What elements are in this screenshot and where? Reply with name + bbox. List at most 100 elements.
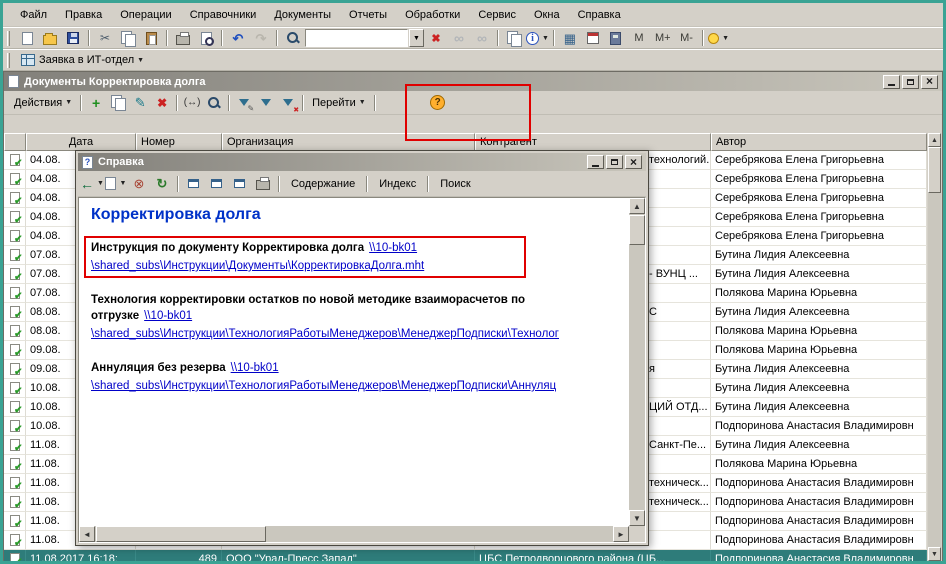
scroll-down-button[interactable]: ▼ xyxy=(928,547,941,561)
info-ic: i xyxy=(526,31,539,45)
help-print-button[interactable] xyxy=(252,174,274,194)
column-header-number[interactable]: Номер xyxy=(136,133,222,151)
add-icon: + xyxy=(92,94,101,111)
scroll-up-button[interactable]: ▲ xyxy=(928,133,941,147)
column-header-status[interactable] xyxy=(4,133,26,151)
column-header-counterparty[interactable]: Контрагент xyxy=(475,133,711,151)
menu-item[interactable]: Правка xyxy=(56,5,111,25)
clear-search-button[interactable]: ✖ xyxy=(425,28,447,48)
toolbar-grip[interactable] xyxy=(7,30,10,46)
help-path-link[interactable]: \shared_subs\Инструкции\ТехнологияРаботы… xyxy=(91,378,596,394)
help-search-button[interactable]: Поиск xyxy=(433,174,477,194)
help-minimize-button[interactable] xyxy=(587,155,604,169)
find-previous-button[interactable]: ∞ xyxy=(471,28,493,48)
calendar-button[interactable] xyxy=(582,28,604,48)
save-button[interactable] xyxy=(62,28,84,48)
help-server-link[interactable]: \\10-bk01 xyxy=(231,362,279,374)
help-back-button[interactable]: ← ▼ xyxy=(80,174,104,194)
search-dropdown-button[interactable]: ▼ xyxy=(409,29,424,47)
help-path-link[interactable]: \shared_subs\Инструкции\ТехнологияРаботы… xyxy=(91,326,596,342)
help-horizontal-scrollbar[interactable]: ◄ ► xyxy=(79,526,629,542)
selected-table-row[interactable]: ✔ 11.08.2017 16:18: 489 ООО "Урал-Пресс … xyxy=(4,550,927,561)
scroll-down-button[interactable]: ▼ xyxy=(629,510,645,526)
help-layout-button-3[interactable] xyxy=(229,174,251,194)
help-path-link[interactable]: \shared_subs\Инструкции\Документы\Коррек… xyxy=(91,258,596,274)
scrollbar-thumb[interactable] xyxy=(928,147,941,193)
close-button[interactable]: × xyxy=(921,74,938,89)
actions-menu-button[interactable]: Действия ▼ xyxy=(9,93,77,113)
cut-button[interactable]: ✂ xyxy=(94,28,116,48)
scrollbar-thumb[interactable] xyxy=(629,215,645,245)
help-contents-button[interactable]: Содержание xyxy=(284,174,362,194)
copy-row-button[interactable] xyxy=(107,93,129,113)
restore-button[interactable] xyxy=(902,74,919,89)
chevron-down-icon: ▼ xyxy=(119,180,127,187)
help-view-button[interactable]: ▼ xyxy=(105,174,127,194)
scrollbar-thumb[interactable] xyxy=(96,526,266,542)
minimize-button[interactable] xyxy=(883,74,900,89)
menu-item[interactable]: Окна xyxy=(525,5,569,25)
column-header-author[interactable]: Автор xyxy=(711,133,927,151)
help-titlebar[interactable]: ? Справка × xyxy=(78,153,646,171)
print-button[interactable] xyxy=(172,28,194,48)
info-button[interactable]: i ▼ xyxy=(526,28,549,48)
help-vertical-scrollbar[interactable]: ▲ ▼ xyxy=(629,198,645,526)
menu-item[interactable]: Документы xyxy=(265,5,340,25)
copy-button[interactable] xyxy=(117,28,139,48)
help-layout-button-2[interactable] xyxy=(206,174,228,194)
help-server-link[interactable]: \\10-bk01 xyxy=(144,310,192,322)
menu-item[interactable]: Справка xyxy=(569,5,630,25)
filter-by-value-button[interactable] xyxy=(255,93,277,113)
help-window-icon: ? xyxy=(82,155,93,169)
menu-item[interactable]: Справочники xyxy=(181,5,266,25)
clipboard-button[interactable] xyxy=(503,28,525,48)
search-in-list-button[interactable] xyxy=(203,93,225,113)
menu-item[interactable]: Обработки xyxy=(396,5,469,25)
edit-button[interactable]: ✎ xyxy=(129,93,151,113)
calculator-button[interactable] xyxy=(605,28,627,48)
document-window-titlebar[interactable]: Документы Корректировка долга × xyxy=(4,72,942,91)
search-input[interactable] xyxy=(305,29,408,47)
new-document-button[interactable] xyxy=(16,28,38,48)
find-button[interactable] xyxy=(282,28,304,48)
redo-button[interactable]: ↷ xyxy=(250,28,272,48)
set-interval-button[interactable]: (↔) xyxy=(181,93,203,113)
help-server-link[interactable]: \\10-bk01 xyxy=(369,242,417,254)
add-button[interactable]: + xyxy=(85,93,107,113)
menu-item[interactable]: Отчеты xyxy=(340,5,396,25)
help-maximize-button[interactable] xyxy=(606,155,623,169)
tip-of-day-button[interactable]: ▼ xyxy=(708,28,730,48)
scroll-right-button[interactable]: ► xyxy=(613,526,629,542)
goto-menu-button[interactable]: Перейти ▼ xyxy=(307,93,371,113)
table-document-button[interactable]: ▦ xyxy=(559,28,581,48)
find-next-button[interactable]: ∞ xyxy=(448,28,470,48)
menu-item[interactable]: Файл xyxy=(11,5,56,25)
it-request-button[interactable]: Заявка в ИТ-отдел ▼ xyxy=(16,50,149,70)
scroll-up-button[interactable]: ▲ xyxy=(629,198,645,214)
open-button[interactable] xyxy=(39,28,61,48)
help-index-button[interactable]: Индекс xyxy=(372,174,423,194)
memory-plus-button[interactable]: М+ xyxy=(651,28,675,48)
undo-button[interactable]: ↶ xyxy=(227,28,249,48)
paste-button[interactable] xyxy=(140,28,162,48)
help-stop-button[interactable]: ⊗ xyxy=(128,174,150,194)
menu-item[interactable]: Операции xyxy=(111,5,180,25)
column-header-organization[interactable]: Организация xyxy=(222,133,475,151)
help-button[interactable]: ? xyxy=(427,93,449,113)
scroll-left-button[interactable]: ◄ xyxy=(79,526,95,542)
memory-button[interactable]: М xyxy=(628,28,650,48)
memory-minus-button[interactable]: М- xyxy=(676,28,698,48)
column-header-date[interactable]: Дата xyxy=(26,133,136,151)
calculator-icon xyxy=(610,31,622,45)
cell-author: Бутина Лидия Алексеевна xyxy=(711,436,927,455)
help-close-button[interactable]: × xyxy=(625,155,642,169)
print-preview-button[interactable] xyxy=(195,28,217,48)
delete-button[interactable]: ✖ xyxy=(151,93,173,113)
menu-item[interactable]: Сервис xyxy=(469,5,525,25)
help-refresh-button[interactable]: ↻ xyxy=(151,174,173,194)
help-layout-button-1[interactable] xyxy=(183,174,205,194)
clear-filter-button[interactable] xyxy=(277,93,299,114)
filter-sort-button[interactable] xyxy=(233,93,255,113)
table-scrollbar[interactable]: ▲ ▼ xyxy=(928,133,941,561)
toolbar-grip[interactable] xyxy=(7,52,10,68)
